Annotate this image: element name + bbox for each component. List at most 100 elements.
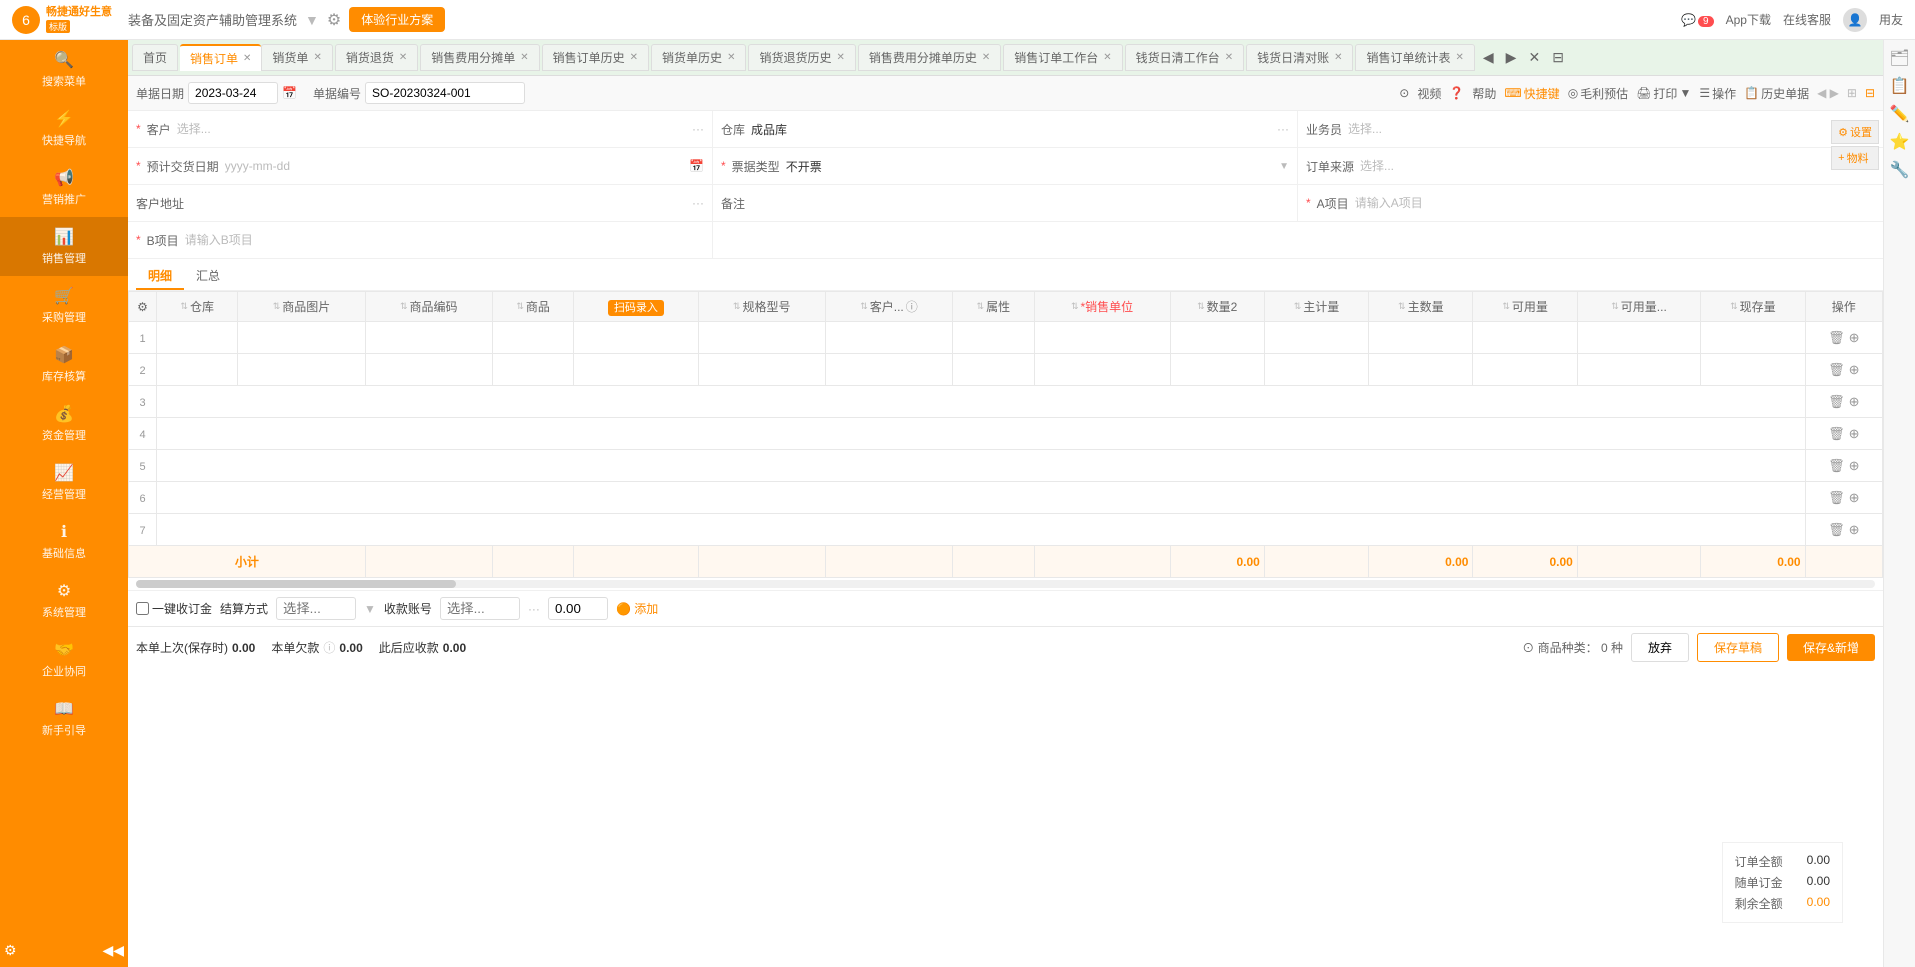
scroll-track[interactable] <box>136 580 1875 588</box>
right-panel-icon-4[interactable]: ⭐ <box>1890 132 1910 152</box>
discard-button[interactable]: 放弃 <box>1631 633 1689 662</box>
row-2-name[interactable] <box>492 354 573 386</box>
settlement-dropdown-icon[interactable]: ▼ <box>364 602 376 616</box>
sidebar-item-inventory[interactable]: 📦 库存核算 <box>0 335 128 394</box>
row-2-stock[interactable] <box>1701 354 1805 386</box>
row-1-unit[interactable] <box>1034 322 1170 354</box>
row-1-mu[interactable] <box>1264 322 1368 354</box>
scroll-thumb[interactable] <box>136 580 456 588</box>
tab-expense-history[interactable]: 销售费用分摊单历史 ✕ <box>858 44 1001 71</box>
col-settings[interactable]: ⚙ <box>129 292 157 322</box>
sidebar-item-guide[interactable]: 📖 新手引导 <box>0 689 128 748</box>
tab-order-workbench-close[interactable]: ✕ <box>1103 52 1111 63</box>
tab-sales-stats-close[interactable]: ✕ <box>1456 52 1464 63</box>
order-source-input[interactable] <box>1360 159 1857 173</box>
sidebar-item-quick-nav[interactable]: ⚡ 快捷导航 <box>0 99 128 158</box>
row-1-avail2[interactable] <box>1577 322 1700 354</box>
payment-amount[interactable] <box>548 597 608 620</box>
invoice-dropdown-icon[interactable]: ▼ <box>1279 161 1289 172</box>
row-2-mu[interactable] <box>1264 354 1368 386</box>
customer-input[interactable] <box>177 122 686 136</box>
row-1-mq[interactable] <box>1369 322 1473 354</box>
row-1-avail[interactable] <box>1473 322 1577 354</box>
tab-expand-btn[interactable]: ⊟ <box>1546 47 1570 68</box>
delete-icon-1[interactable]: 🗑 <box>1828 330 1845 346</box>
sidebar-item-search[interactable]: 🔍 搜索菜单 <box>0 40 128 99</box>
row-2-avail[interactable] <box>1473 354 1577 386</box>
tab-sales-expense-close[interactable]: ✕ <box>520 52 528 63</box>
tab-order-workbench[interactable]: 销售订单工作台 ✕ <box>1003 44 1122 71</box>
row-1-code[interactable] <box>365 322 492 354</box>
row-1-attr[interactable] <box>953 322 1034 354</box>
tab-sales-return[interactable]: 销货退货 ✕ <box>335 44 418 71</box>
collapse-icon[interactable]: ⊟ <box>1865 86 1875 100</box>
tab-home[interactable]: 首页 <box>132 44 178 71</box>
row-2-warehouse[interactable] <box>157 354 238 386</box>
tab-expense-history-close[interactable]: ✕ <box>982 52 990 63</box>
row-2-img[interactable] <box>238 354 365 386</box>
right-panel-icon-5[interactable]: 🔧 <box>1890 160 1910 180</box>
tab-sales-return-close[interactable]: ✕ <box>399 52 407 63</box>
sidebar-item-marketing[interactable]: 📢 营销推广 <box>0 158 128 217</box>
sidebar-item-sales[interactable]: 📊 销售管理 <box>0 217 128 276</box>
settings-gear-icon[interactable]: ⚙ <box>327 10 341 30</box>
tab-return-history[interactable]: 销货退货历史 ✕ <box>748 44 855 71</box>
row-2-spec[interactable] <box>698 354 825 386</box>
row-2-unit[interactable] <box>1034 354 1170 386</box>
history-order-btn[interactable]: 📋 历史单据 <box>1744 85 1809 102</box>
row-1-warehouse[interactable] <box>157 322 238 354</box>
account-input[interactable] <box>440 597 520 620</box>
message-icon[interactable]: 💬9 <box>1681 13 1714 27</box>
tab-sales-order-history[interactable]: 销售订单历史 ✕ <box>542 44 649 71</box>
row-2-mq[interactable] <box>1369 354 1473 386</box>
tab-prev-btn[interactable]: ◀ <box>1477 47 1500 68</box>
delete-icon-2[interactable]: 🗑 <box>1828 362 1845 378</box>
account-dots[interactable]: ··· <box>528 602 540 616</box>
user-avatar[interactable]: 👤 <box>1843 8 1867 32</box>
tab-sales-stats[interactable]: 销售订单统计表 ✕ <box>1355 44 1474 71</box>
layout-icon[interactable]: ⊞ <box>1847 86 1857 100</box>
save-new-button[interactable]: 保存&新增 <box>1787 634 1875 661</box>
copy-icon-5[interactable]: ⊕ <box>1849 458 1860 474</box>
one-click-checkbox[interactable] <box>136 602 149 615</box>
address-input[interactable] <box>190 196 686 210</box>
tab-daily-workbench[interactable]: 钱货日清工作台 ✕ <box>1125 44 1244 71</box>
sidebar-item-basic-info[interactable]: ℹ 基础信息 <box>0 512 128 571</box>
row-2-qty2[interactable] <box>1170 354 1264 386</box>
system-dropdown-icon[interactable]: ▼ <box>305 12 319 28</box>
table-scroll[interactable]: ⚙ ⇅仓库 ⇅商品图片 ⇅商品编码 <box>128 291 1883 578</box>
save-draft-button[interactable]: 保存草稿 <box>1697 633 1779 662</box>
app-download-link[interactable]: App下载 <box>1726 11 1771 28</box>
row-2-cc[interactable] <box>825 354 952 386</box>
staff-input[interactable] <box>1348 122 1857 136</box>
a-project-input[interactable] <box>1355 196 1875 210</box>
copy-icon-4[interactable]: ⊕ <box>1849 426 1860 442</box>
right-panel-icon-1[interactable]: 🗂 <box>1889 48 1909 68</box>
warehouse-dots[interactable]: ··· <box>1277 122 1289 136</box>
copy-icon-6[interactable]: ⊕ <box>1849 490 1860 506</box>
detail-tab-summary[interactable]: 汇总 <box>184 263 232 290</box>
sidebar-settings-icon[interactable]: ⚙ <box>4 942 17 959</box>
delivery-date-input[interactable] <box>225 159 683 173</box>
row-1-cc[interactable] <box>825 322 952 354</box>
scan-btn[interactable]: 扫码录入 <box>608 300 664 316</box>
copy-icon-2[interactable]: ⊕ <box>1849 362 1860 378</box>
add-payment-btn[interactable]: 🟠 添加 <box>616 600 658 617</box>
delivery-cal-icon[interactable]: 📅 <box>689 159 704 173</box>
tab-invoice-history-close[interactable]: ✕ <box>727 52 735 63</box>
tab-daily-reconcile-close[interactable]: ✕ <box>1334 52 1342 63</box>
online-service-link[interactable]: 在线客服 <box>1783 11 1831 28</box>
tab-sales-order-history-close[interactable]: ✕ <box>630 52 638 63</box>
sidebar-collapse-icon[interactable]: ◀◀ <box>102 942 124 959</box>
tab-sales-order-close[interactable]: ✕ <box>243 53 251 64</box>
tab-sales-expense[interactable]: 销售费用分摊单 ✕ <box>420 44 539 71</box>
add-material-button[interactable]: + 物料 <box>1831 146 1879 170</box>
sidebar-item-system[interactable]: ⚙ 系统管理 <box>0 571 128 630</box>
delete-icon-6[interactable]: 🗑 <box>1828 490 1845 506</box>
print-btn[interactable]: 🖨 打印 ▼ <box>1636 85 1691 102</box>
tab-daily-reconcile[interactable]: 钱货日清对账 ✕ <box>1246 44 1353 71</box>
operation-btn[interactable]: ☰ 操作 <box>1699 85 1736 102</box>
copy-icon-1[interactable]: ⊕ <box>1849 330 1860 346</box>
row-2-attr[interactable] <box>953 354 1034 386</box>
detail-tab-detail[interactable]: 明细 <box>136 263 184 290</box>
